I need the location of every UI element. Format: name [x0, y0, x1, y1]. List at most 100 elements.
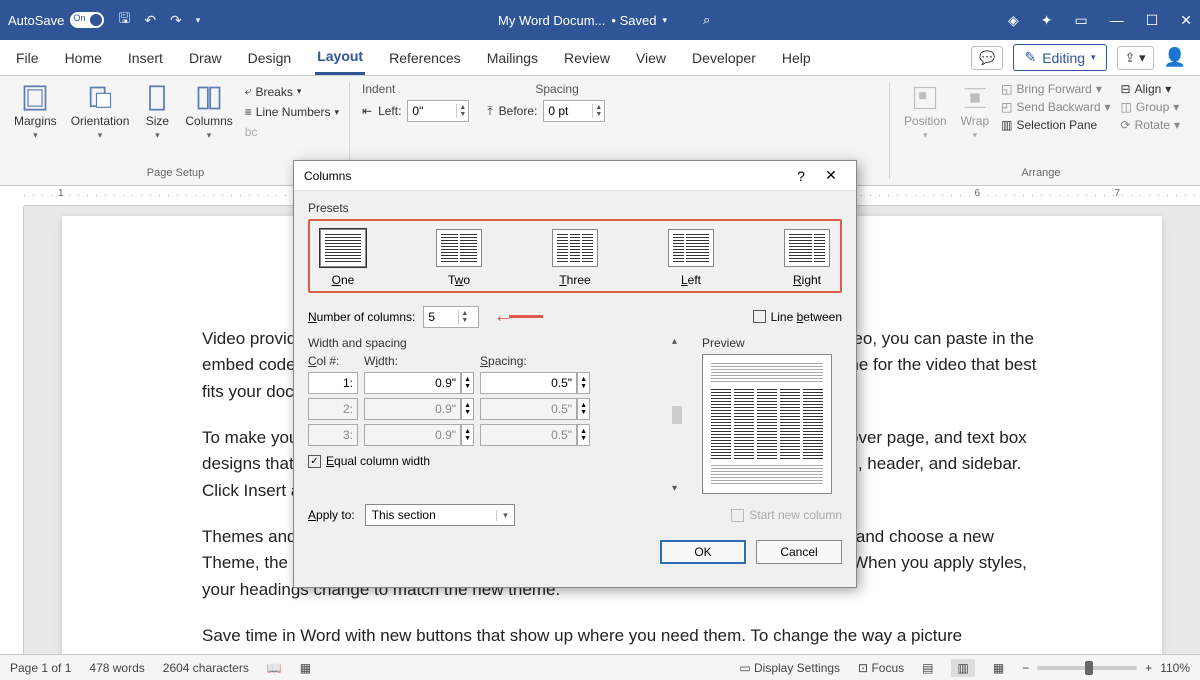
dialog-close-button[interactable]: ✕	[816, 167, 846, 184]
line-numbers-icon: ≡	[245, 105, 252, 119]
qat-dropdown-icon[interactable]: ▾	[196, 15, 201, 26]
page-count[interactable]: Page 1 of 1	[10, 661, 71, 675]
preset-right[interactable]: Right	[784, 229, 830, 287]
tab-file[interactable]: File	[14, 42, 41, 74]
print-layout-icon[interactable]: ▥	[951, 659, 974, 677]
column-scroll[interactable]: ▴▾	[672, 336, 682, 494]
apply-to-combo[interactable]: This section ▾	[365, 504, 515, 526]
wrap-button[interactable]: Wrap▾	[959, 82, 991, 143]
line-numbers-button[interactable]: ≡Line Numbers ▾	[245, 105, 339, 119]
group-icon: ◫	[1121, 100, 1132, 114]
focus-button[interactable]: ⊡ Focus	[858, 661, 904, 675]
width-cell[interactable]: 0.9"	[364, 372, 461, 394]
share-button[interactable]: ⇪ ▾	[1117, 46, 1154, 70]
autosave-toggle[interactable]: AutoSave On	[8, 12, 104, 28]
editing-mode-button[interactable]: ✎ Editing ▾	[1013, 44, 1106, 71]
minimize-icon[interactable]: —	[1110, 12, 1124, 28]
indent-left-input[interactable]: ▲▼	[407, 100, 469, 122]
zoom-control[interactable]: − + 110%	[1022, 661, 1190, 675]
tab-references[interactable]: References	[387, 42, 463, 74]
width-spinner[interactable]: ▲▼	[461, 372, 474, 394]
indent-left-icon: ⇤	[362, 104, 372, 118]
undo-icon[interactable]: ↶	[144, 12, 156, 29]
paragraph[interactable]: Save time in Word with new buttons that …	[202, 623, 1042, 649]
wand-icon[interactable]: ✦	[1041, 12, 1053, 29]
zoom-out-icon[interactable]: −	[1022, 661, 1029, 675]
autosave-switch[interactable]: On	[70, 12, 104, 28]
diamond-icon[interactable]: ◈	[1008, 12, 1019, 29]
columns-button[interactable]: Columns▾	[183, 82, 234, 143]
search-icon[interactable]: ⌕	[703, 12, 710, 28]
send-backward-button[interactable]: ◰Send Backward ▾	[1001, 100, 1110, 114]
tab-review[interactable]: Review	[562, 42, 612, 74]
char-count[interactable]: 2604 characters	[163, 661, 249, 675]
arrange-group-label: Arrange	[902, 165, 1180, 179]
breaks-button[interactable]: ⤶Breaks ▾	[245, 84, 339, 99]
ribbon-display-icon[interactable]: ▭	[1074, 12, 1087, 29]
read-mode-icon[interactable]: ▤	[922, 661, 933, 675]
editing-label: Editing	[1042, 50, 1085, 66]
line-between-checkbox[interactable]: Line between	[753, 310, 842, 324]
ok-button[interactable]: OK	[660, 540, 746, 564]
tab-layout[interactable]: Layout	[315, 40, 365, 75]
tab-help[interactable]: Help	[780, 42, 813, 74]
spacing-cell: 0.5"	[480, 398, 577, 420]
spacing-before-input[interactable]: ▲▼	[543, 100, 605, 122]
web-layout-icon[interactable]: ▦	[993, 661, 1004, 675]
tab-developer[interactable]: Developer	[690, 42, 758, 74]
tab-design[interactable]: Design	[246, 42, 294, 74]
num-columns-label: Number of columns:	[308, 310, 415, 324]
tab-view[interactable]: View	[634, 42, 668, 74]
word-count[interactable]: 478 words	[89, 661, 144, 675]
size-button[interactable]: Size▾	[141, 82, 173, 143]
close-icon[interactable]: ✕	[1180, 12, 1192, 29]
align-button[interactable]: ⊟Align ▾	[1121, 82, 1180, 96]
spacing-spinner: ▲▼	[577, 398, 590, 420]
preset-three[interactable]: Three	[552, 229, 598, 287]
zoom-in-icon[interactable]: +	[1145, 661, 1152, 675]
margins-button[interactable]: Margins▾	[12, 82, 59, 143]
equal-width-checkbox[interactable]: ✓ Equal column width	[308, 454, 652, 468]
position-button[interactable]: Position▾	[902, 82, 949, 143]
maximize-icon[interactable]: ☐	[1146, 12, 1159, 29]
autosave-label: AutoSave	[8, 13, 64, 28]
col-num-header: Col #:	[308, 354, 358, 368]
rotate-button[interactable]: ⟳Rotate ▾	[1121, 118, 1180, 132]
spacing-cell[interactable]: 0.5"	[480, 372, 577, 394]
zoom-slider[interactable]	[1037, 666, 1137, 670]
cancel-button[interactable]: Cancel	[756, 540, 842, 564]
orientation-button[interactable]: Orientation▾	[69, 82, 132, 143]
group-objects-button[interactable]: ◫Group ▾	[1121, 100, 1180, 114]
vertical-ruler[interactable]	[0, 206, 24, 666]
zoom-level[interactable]: 110%	[1160, 661, 1190, 675]
hyphenation-button[interactable]: bc	[245, 125, 339, 139]
preset-left[interactable]: Left	[668, 229, 714, 287]
tab-draw[interactable]: Draw	[187, 42, 224, 74]
spacing-cell: 0.5"	[480, 424, 577, 446]
display-settings-button[interactable]: ▭ Display Settings	[739, 661, 840, 675]
titlebar: AutoSave On 🖫 ↶ ↷ ▾ My Word Docum... • S…	[0, 0, 1200, 40]
preset-one[interactable]: One	[320, 229, 366, 287]
title-dropdown-icon[interactable]: ▾	[662, 15, 667, 26]
indent-label: Indent	[362, 82, 395, 96]
col-num-cell[interactable]: 1:	[308, 372, 358, 394]
num-columns-input[interactable]: ▲▼	[423, 306, 479, 328]
tab-mailings[interactable]: Mailings	[485, 42, 540, 74]
bring-forward-button[interactable]: ◱Bring Forward ▾	[1001, 82, 1110, 96]
indent-left-label: Left:	[378, 104, 401, 118]
tab-home[interactable]: Home	[63, 42, 104, 74]
macro-icon[interactable]: ▦	[300, 661, 311, 675]
dialog-help-button[interactable]: ?	[786, 168, 816, 184]
selection-pane-button[interactable]: ▥Selection Pane	[1001, 118, 1110, 132]
comments-button[interactable]: 💬	[971, 46, 1003, 70]
account-icon[interactable]: 👤	[1164, 47, 1186, 68]
width-spacing-label: Width and spacing	[308, 336, 652, 350]
spacing-spinner[interactable]: ▲▼	[577, 372, 590, 394]
spacing-spinner: ▲▼	[577, 424, 590, 446]
save-icon[interactable]: 🖫	[118, 8, 130, 32]
redo-icon[interactable]: ↷	[170, 12, 182, 29]
align-icon: ⊟	[1121, 82, 1131, 96]
tab-insert[interactable]: Insert	[126, 42, 165, 74]
spelling-icon[interactable]: 📖	[267, 661, 282, 675]
preset-two[interactable]: Two	[436, 229, 482, 287]
